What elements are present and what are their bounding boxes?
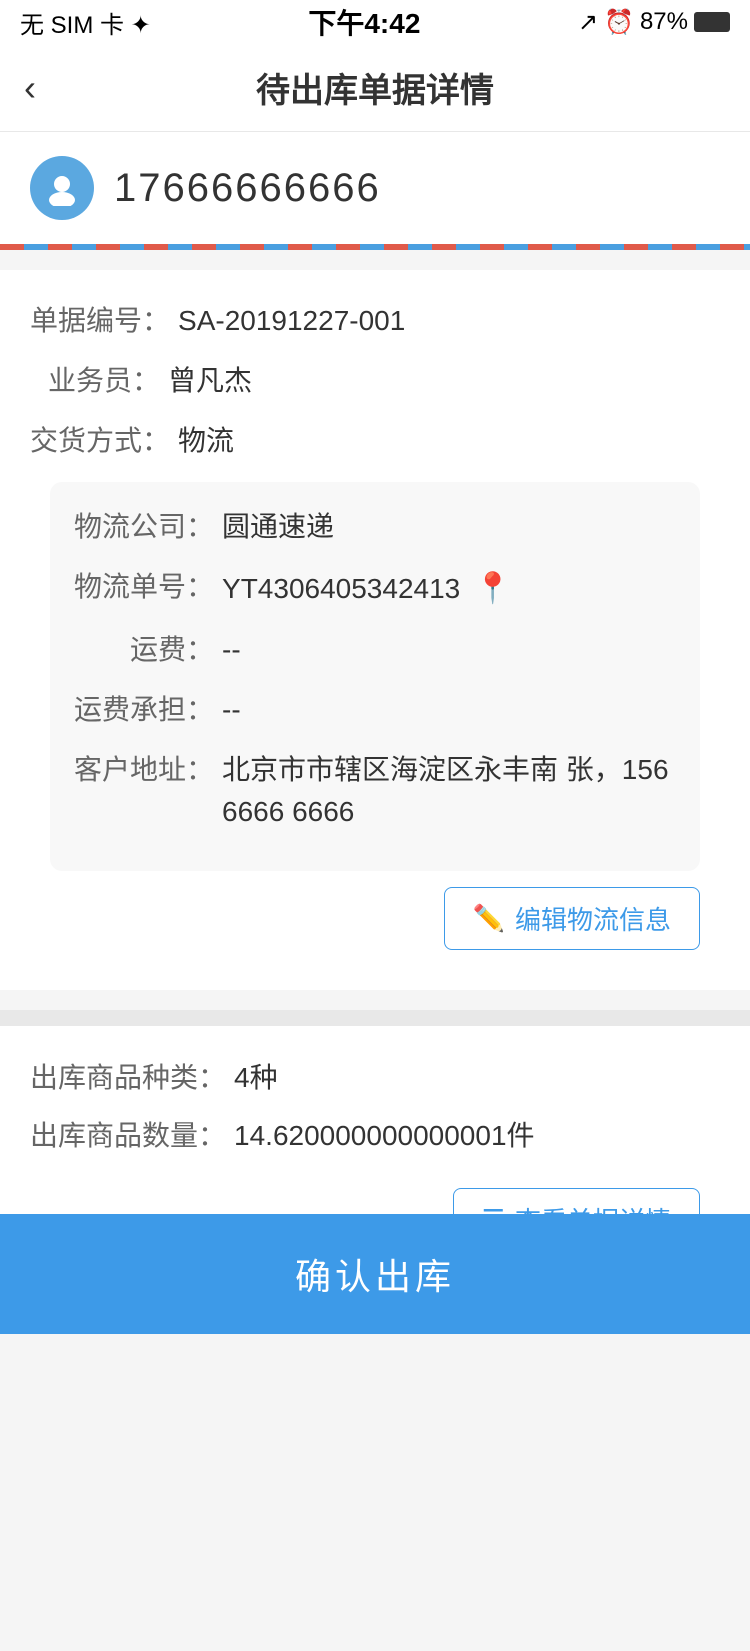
tracking-number-text: YT43064053424​13 — [222, 568, 460, 610]
status-bar: 无 SIM 卡 ✦ 下午4:42 ↗ ⏰ 87% — [0, 0, 750, 44]
product-quantity-value: 14.620000000000001件 — [226, 1114, 535, 1154]
product-type-label: 出库商品种类： — [30, 1056, 226, 1096]
edit-icon: ✏️ — [473, 903, 505, 934]
confirm-button[interactable]: 确认出库 — [0, 1214, 750, 1334]
section-separator — [0, 1010, 750, 1026]
freight-bear-label: 运费承担： — [74, 689, 214, 731]
avatar — [30, 156, 94, 220]
freight-label: 运费： — [74, 629, 214, 671]
logistics-company-label: 物流公司： — [74, 506, 214, 548]
logistics-company-row: 物流公司： 圆通速递 — [74, 506, 676, 548]
order-number-label: 单据编号： — [30, 300, 170, 342]
freight-bear-row: 运费承担： -- — [74, 689, 676, 731]
customer-phone: 17666666666 — [114, 166, 381, 211]
status-time: 下午4:42 — [308, 2, 420, 42]
battery-level: 87% — [640, 8, 688, 36]
freight-value: -- — [214, 629, 676, 671]
product-type-value: 4种 — [226, 1056, 278, 1096]
tracking-number-value: YT43064053424​13 📍 — [214, 566, 676, 611]
logistics-company-value: 圆通速递 — [214, 506, 676, 548]
confirm-label: 确认出库 — [295, 1248, 455, 1300]
page-title: 待出库单据详情 — [256, 63, 494, 112]
location-status-icon: ↗ — [578, 8, 598, 37]
customer-header: 17666666666 — [0, 132, 750, 244]
dashed-divider — [0, 244, 750, 250]
tracking-number-row: 物流单号： YT43064053424​13 📍 — [74, 566, 676, 611]
battery-icon — [694, 12, 730, 32]
sales-rep-label: 业务员： — [30, 360, 160, 402]
nav-bar: ‹ 待出库单据详情 — [0, 44, 750, 132]
sales-rep-row: 业务员： 曾凡杰 — [30, 360, 720, 402]
product-type-row: 出库商品种类： 4种 — [30, 1056, 720, 1096]
address-row: 客户地址： 北京市市辖区海淀区永丰南 张，156 6666 6666 — [74, 749, 676, 833]
sim-status: 无 SIM 卡 ✦ — [20, 5, 151, 40]
freight-row: 运费： -- — [74, 629, 676, 671]
address-value: 北京市市辖区海淀区永丰南 张，156 6666 6666 — [214, 749, 676, 833]
sales-rep-value: 曾凡杰 — [160, 360, 720, 402]
delivery-method-row: 交货方式： 物流 — [30, 420, 720, 462]
edit-logistics-label: 编辑物流信息 — [515, 900, 671, 937]
delivery-method-value: 物流 — [170, 420, 720, 462]
order-info-section: 单据编号： SA-20191227-001 业务员： 曾凡杰 交货方式： 物流 … — [0, 270, 750, 990]
logistics-box: 物流公司： 圆通速递 物流单号： YT43064053424​13 📍 运费： … — [50, 482, 700, 871]
tracking-number-label: 物流单号： — [74, 566, 214, 608]
delivery-method-label: 交货方式： — [30, 420, 170, 462]
order-number-row: 单据编号： SA-20191227-001 — [30, 300, 720, 342]
product-quantity-label: 出库商品数量： — [30, 1114, 226, 1154]
address-label: 客户地址： — [74, 749, 214, 791]
main-content: 17666666666 单据编号： SA-20191227-001 业务员： 曾… — [0, 132, 750, 1651]
order-number-value: SA-20191227-001 — [170, 300, 720, 342]
edit-logistics-button[interactable]: ✏️ 编辑物流信息 — [444, 887, 700, 950]
product-quantity-row: 出库商品数量： 14.620000000000001件 — [30, 1114, 720, 1154]
status-left: 无 SIM 卡 ✦ — [20, 5, 151, 40]
status-right: ↗ ⏰ 87% — [578, 8, 730, 37]
freight-bear-value: -- — [214, 689, 676, 731]
edit-btn-container: ✏️ 编辑物流信息 — [30, 871, 720, 970]
back-button[interactable]: ‹ — [24, 67, 36, 109]
map-pin-icon[interactable]: 📍 — [474, 566, 511, 611]
alarm-icon: ⏰ — [604, 8, 634, 37]
